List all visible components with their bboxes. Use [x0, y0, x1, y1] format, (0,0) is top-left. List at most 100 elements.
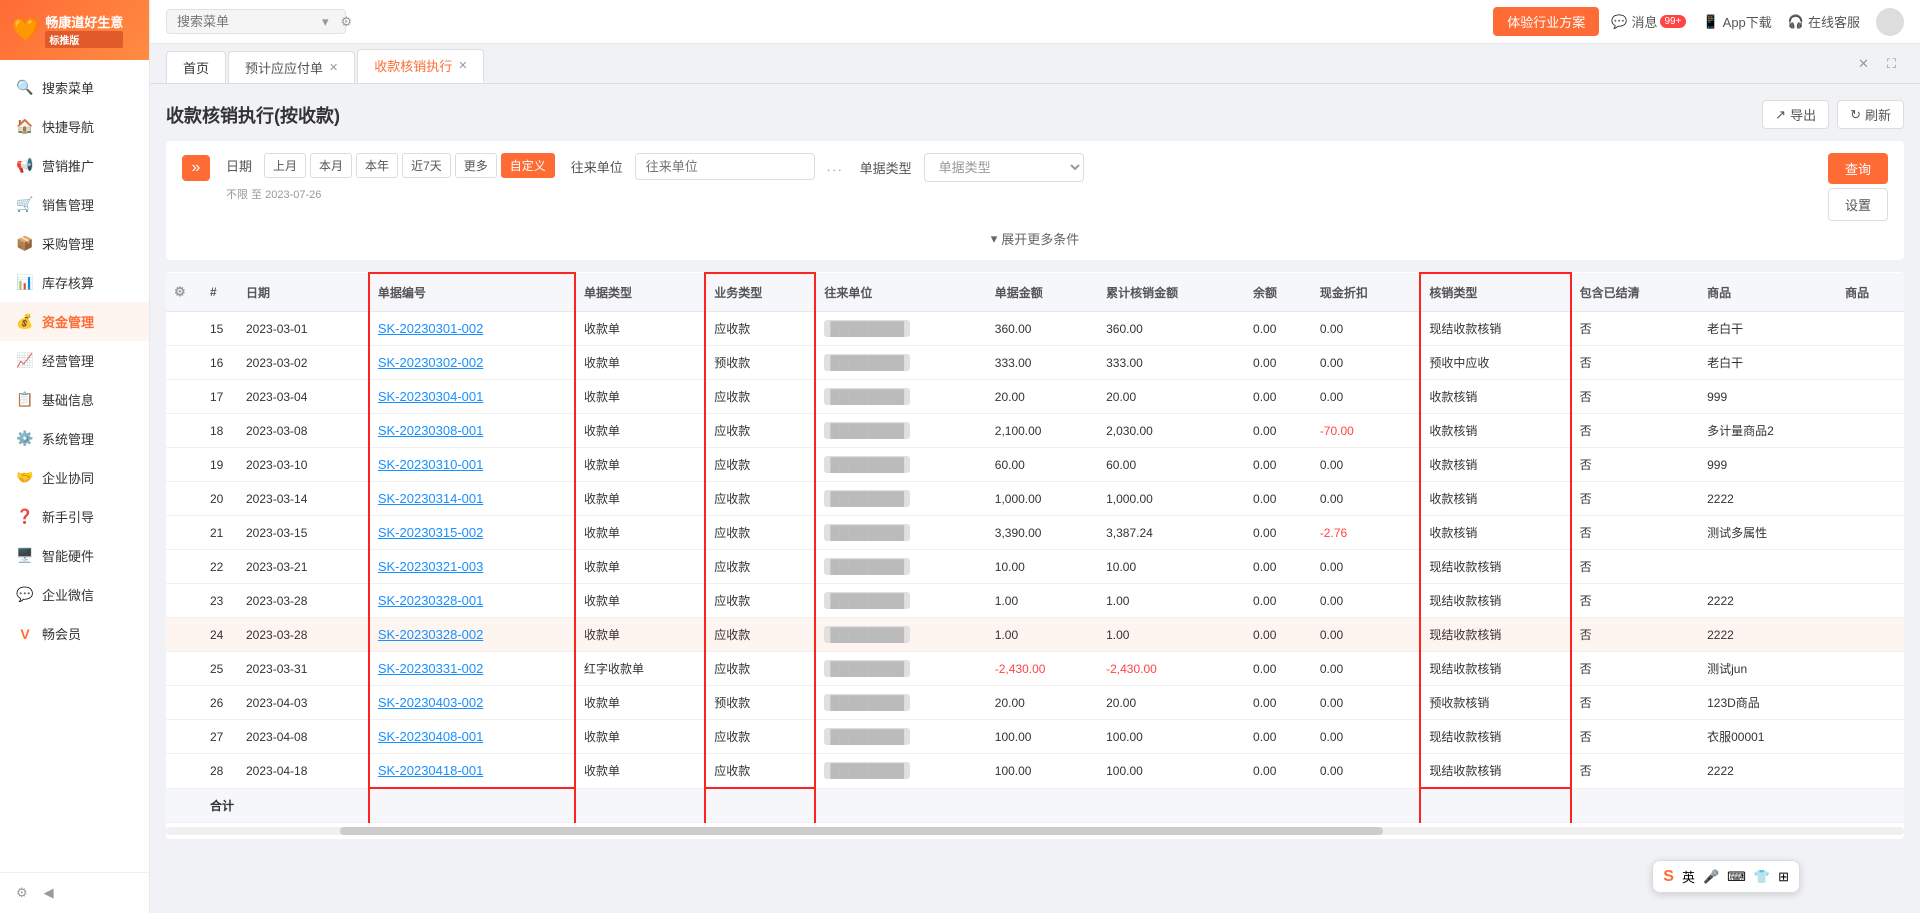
sidebar-item-basics[interactable]: 📋 基础信息	[0, 380, 149, 419]
bill-no-link[interactable]: SK-20230321-003	[378, 559, 484, 574]
cell-settings	[166, 584, 202, 618]
main-content: ▾ ⚙ 体验行业方案 💬 消息 99+ 📱 App下载 🎧 在线客服 首页	[150, 0, 1920, 913]
cell-cum-amount: 10.00	[1098, 550, 1245, 584]
last-7-days-btn[interactable]: 近7天	[402, 153, 451, 178]
cell-bill-type: 收款单	[575, 584, 705, 618]
ime-grid-icon[interactable]: ⊞	[1778, 869, 1789, 885]
ime-mic-icon[interactable]: 🎤	[1703, 869, 1719, 885]
cell-index: 17	[202, 380, 238, 414]
ime-shirt-icon[interactable]: 👕	[1754, 869, 1770, 885]
filter-expand-left-btn[interactable]: »	[182, 155, 210, 181]
cell-bill-type: 收款单	[575, 482, 705, 516]
bill-no-link[interactable]: SK-20230308-001	[378, 423, 484, 438]
sidebar-item-system[interactable]: ⚙️ 系统管理	[0, 419, 149, 458]
app-download-action[interactable]: 📱 App下载	[1702, 12, 1771, 31]
more-date-btn[interactable]: 更多	[455, 153, 497, 178]
settings-icon[interactable]: ⚙	[16, 885, 28, 901]
sidebar-item-label: 资金管理	[42, 312, 94, 331]
message-action[interactable]: 💬 消息 99+	[1611, 12, 1686, 31]
tab-prepay[interactable]: 预计应应付单 ✕	[228, 51, 355, 83]
bill-no-link[interactable]: SK-20230328-001	[378, 593, 484, 608]
cell-include-settled: 否	[1571, 618, 1700, 652]
cell-balance: 0.00	[1245, 380, 1312, 414]
expand-conditions-area: ▾ 展开更多条件	[182, 229, 1888, 248]
sidebar-item-quicknav[interactable]: 🏠 快捷导航	[0, 107, 149, 146]
bill-no-link[interactable]: SK-20230403-002	[378, 695, 484, 710]
cell-settings	[166, 550, 202, 584]
cell-index: 24	[202, 618, 238, 652]
cell-date: 2023-03-01	[238, 312, 369, 346]
cell-bill-amount: 20.00	[987, 380, 1098, 414]
bill-type-filter-select[interactable]: 单据类型	[924, 153, 1084, 182]
bill-no-link[interactable]: SK-20230302-002	[378, 355, 484, 370]
export-button[interactable]: ↗ 导出	[1762, 100, 1829, 129]
cell-goods2	[1837, 754, 1904, 789]
bill-no-link[interactable]: SK-20230304-001	[378, 389, 484, 404]
bill-no-link[interactable]: SK-20230331-002	[378, 661, 484, 676]
user-avatar[interactable]	[1876, 8, 1904, 36]
industry-solution-button[interactable]: 体验行业方案	[1493, 7, 1599, 36]
bill-no-link[interactable]: SK-20230418-001	[378, 763, 484, 778]
sidebar-item-purchase[interactable]: 📦 采购管理	[0, 224, 149, 263]
sidebar-item-finance[interactable]: 💰 资金管理	[0, 302, 149, 341]
this-year-btn[interactable]: 本年	[356, 153, 398, 178]
cell-index: 15	[202, 312, 238, 346]
sidebar-item-enterprise[interactable]: 🤝 企业协同	[0, 458, 149, 497]
sidebar-item-search[interactable]: 🔍 搜索菜单	[0, 68, 149, 107]
settings-button[interactable]: 设置	[1828, 188, 1888, 221]
partner-filter-input[interactable]	[635, 153, 815, 180]
tab-collect-exec[interactable]: 收款核销执行 ✕	[357, 49, 484, 83]
sidebar-item-marketing[interactable]: 📢 营销推广	[0, 146, 149, 185]
th-index: #	[202, 273, 238, 312]
last-month-btn[interactable]: 上月	[264, 153, 306, 178]
refresh-button[interactable]: ↻ 刷新	[1837, 100, 1904, 129]
sidebar-item-label: 采购管理	[42, 234, 94, 253]
table-row: 26 2023-04-03 SK-20230403-002 收款单 预收款 ██…	[166, 686, 1904, 720]
date-filter-section: 日期 上月 本月 本年 近7天 更多 自定义 不限 至 2023-07-26	[226, 153, 555, 202]
filter-dots: ...	[827, 159, 844, 174]
th-cash-discount: 现金折扣	[1312, 273, 1421, 312]
message-icon: 💬	[1611, 14, 1627, 30]
tab-home[interactable]: 首页	[166, 51, 226, 83]
bill-no-link[interactable]: SK-20230315-002	[378, 525, 484, 540]
date-filter-row: 日期 上月 本月 本年 近7天 更多 自定义	[226, 153, 555, 178]
online-service-action[interactable]: 🎧 在线客服	[1788, 12, 1860, 31]
sidebar-item-wechat[interactable]: 💬 企业微信	[0, 575, 149, 614]
tab-close-all-icon[interactable]: ✕	[1850, 56, 1877, 72]
total-label-cell: 合计	[202, 788, 369, 822]
sidebar-item-inventory[interactable]: 📊 库存核算	[0, 263, 149, 302]
tab-collect-exec-close[interactable]: ✕	[458, 59, 467, 72]
topbar-gear-icon[interactable]: ⚙	[341, 14, 353, 30]
page-header: 收款核销执行(按收款) ↗ 导出 ↻ 刷新	[166, 100, 1904, 129]
collapse-icon[interactable]: ◀	[44, 885, 54, 901]
sidebar-item-operations[interactable]: 📈 经营管理	[0, 341, 149, 380]
custom-date-btn[interactable]: 自定义	[501, 153, 555, 178]
th-settings[interactable]: ⚙	[166, 273, 202, 312]
sidebar-item-label: 系统管理	[42, 429, 94, 448]
sidebar-item-guide[interactable]: ❓ 新手引导	[0, 497, 149, 536]
topbar-breadcrumb: ▾ ⚙	[166, 9, 1481, 34]
query-button[interactable]: 查询	[1828, 153, 1888, 184]
expand-conditions-btn[interactable]: ▾ 展开更多条件	[991, 229, 1080, 248]
cell-bill-amount: 360.00	[987, 312, 1098, 346]
purchase-icon: 📦	[16, 235, 34, 253]
bill-no-link[interactable]: SK-20230408-001	[378, 729, 484, 744]
sidebar-item-hardware[interactable]: 🖥️ 智能硬件	[0, 536, 149, 575]
tab-expand-icon[interactable]: ⛶	[1879, 56, 1904, 72]
this-month-btn[interactable]: 本月	[310, 153, 352, 178]
cell-cum-amount: 1.00	[1098, 618, 1245, 652]
ime-keyboard-icon[interactable]: ⌨	[1727, 869, 1746, 885]
tab-prepay-close[interactable]: ✕	[329, 61, 338, 74]
bill-no-link[interactable]: SK-20230328-002	[378, 627, 484, 642]
bill-no-link[interactable]: SK-20230310-001	[378, 457, 484, 472]
cell-index: 18	[202, 414, 238, 448]
cell-include-settled: 否	[1571, 414, 1700, 448]
cell-goods2	[1837, 584, 1904, 618]
sidebar-item-member[interactable]: V 畅会员	[0, 614, 149, 653]
sidebar-item-sales[interactable]: 🛒 销售管理	[0, 185, 149, 224]
table-settings-icon[interactable]: ⚙	[174, 284, 186, 299]
table-scrollbar[interactable]	[166, 827, 1904, 835]
topbar-search-input[interactable]	[166, 9, 346, 34]
bill-no-link[interactable]: SK-20230301-002	[378, 321, 484, 336]
bill-no-link[interactable]: SK-20230314-001	[378, 491, 484, 506]
